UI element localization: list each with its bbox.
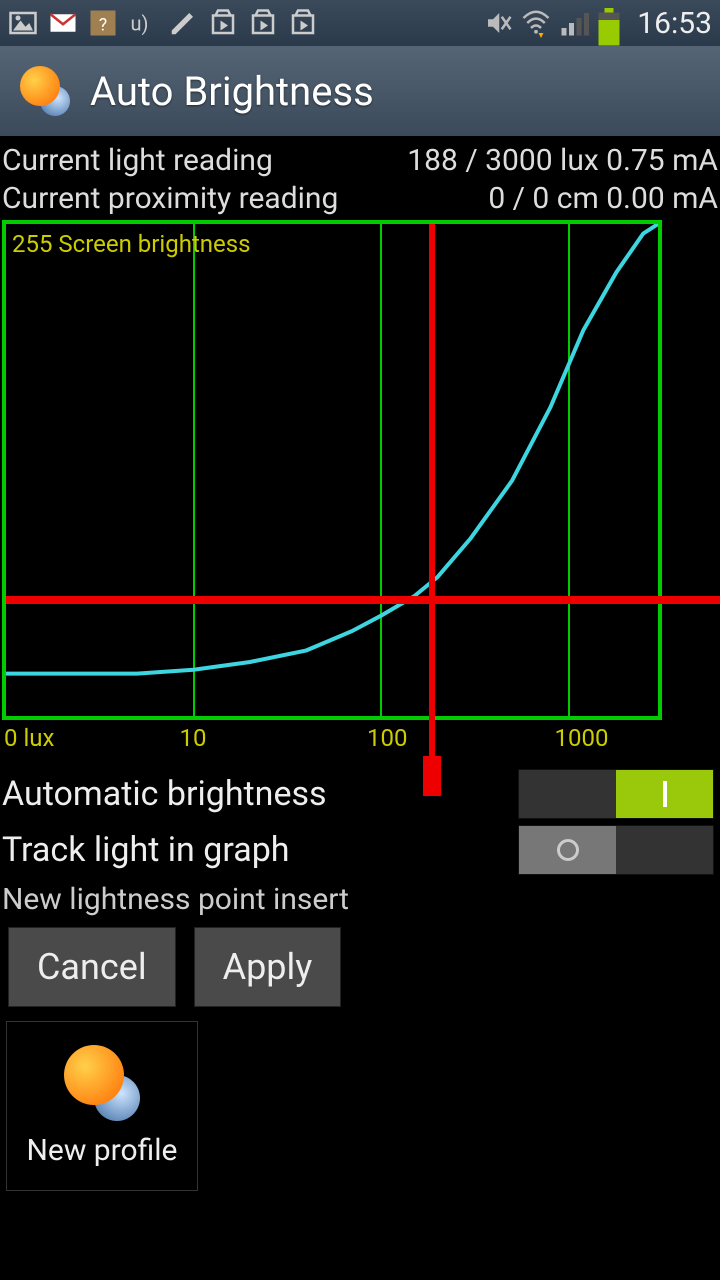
proximity-reading-row: Current proximity reading 0 / 0 cm 0.00 …	[2, 180, 718, 218]
title-bar: Auto Brightness	[0, 46, 720, 136]
readings: Current light reading 188 / 3000 lux 0.7…	[0, 136, 720, 220]
gallery-icon	[8, 8, 38, 38]
crosshair-vertical[interactable]	[429, 224, 435, 756]
page-title: Auto Brightness	[90, 68, 374, 115]
chart-x-tick: 10	[180, 724, 207, 752]
svg-text:u): u)	[131, 12, 149, 36]
chart-y-max-label: 255 Screen brightness	[12, 230, 251, 258]
new-profile-button[interactable]: New profile	[6, 1021, 198, 1191]
app-icon	[20, 66, 70, 116]
chart[interactable]: 255 Screen brightness 0 lux 10 100 1000	[2, 220, 718, 756]
status-icons-right: 16:53	[483, 6, 712, 41]
play-store-icon-1	[208, 8, 238, 38]
proximity-reading-label: Current proximity reading	[2, 180, 338, 218]
chart-x-ticks: 0 lux 10 100 1000	[2, 720, 718, 756]
track-light-label: Track light in graph	[0, 830, 518, 870]
insert-point-label: New lightness point insert	[0, 878, 720, 927]
play-store-icon-2	[248, 8, 278, 38]
proximity-reading-value: 0 / 0 cm 0.00 mA	[488, 180, 718, 218]
status-icons-left: ? u)	[8, 8, 318, 38]
cancel-button[interactable]: Cancel	[8, 927, 176, 1007]
sound-icon: u)	[128, 8, 158, 38]
crosshair-horizontal[interactable]	[6, 596, 720, 604]
new-profile-label: New profile	[27, 1133, 178, 1168]
light-reading-row: Current light reading 188 / 3000 lux 0.7…	[2, 142, 718, 180]
profile-icon	[64, 1045, 140, 1121]
play-store-icon-3	[288, 8, 318, 38]
signal-icon	[559, 8, 589, 38]
edit-icon	[168, 8, 198, 38]
app-notif-icon: ?	[88, 8, 118, 38]
chart-curve	[6, 224, 658, 716]
auto-brightness-toggle[interactable]	[518, 769, 714, 819]
chart-x-tick: 100	[367, 724, 407, 752]
gmail-icon	[48, 8, 78, 38]
light-reading-label: Current light reading	[2, 142, 273, 180]
apply-button[interactable]: Apply	[194, 927, 342, 1007]
wifi-icon	[521, 8, 551, 38]
track-light-toggle[interactable]	[518, 825, 714, 875]
mute-icon	[483, 8, 513, 38]
chart-x-tick: 1000	[555, 724, 609, 752]
chart-x-tick: 0 lux	[4, 724, 54, 752]
light-reading-value: 188 / 3000 lux 0.75 mA	[407, 142, 718, 180]
status-time: 16:53	[637, 6, 712, 41]
battery-icon	[597, 8, 621, 38]
status-bar: ? u) 16:53	[0, 0, 720, 46]
svg-text:?: ?	[99, 16, 107, 36]
chart-plot-area[interactable]: 255 Screen brightness	[2, 220, 662, 720]
